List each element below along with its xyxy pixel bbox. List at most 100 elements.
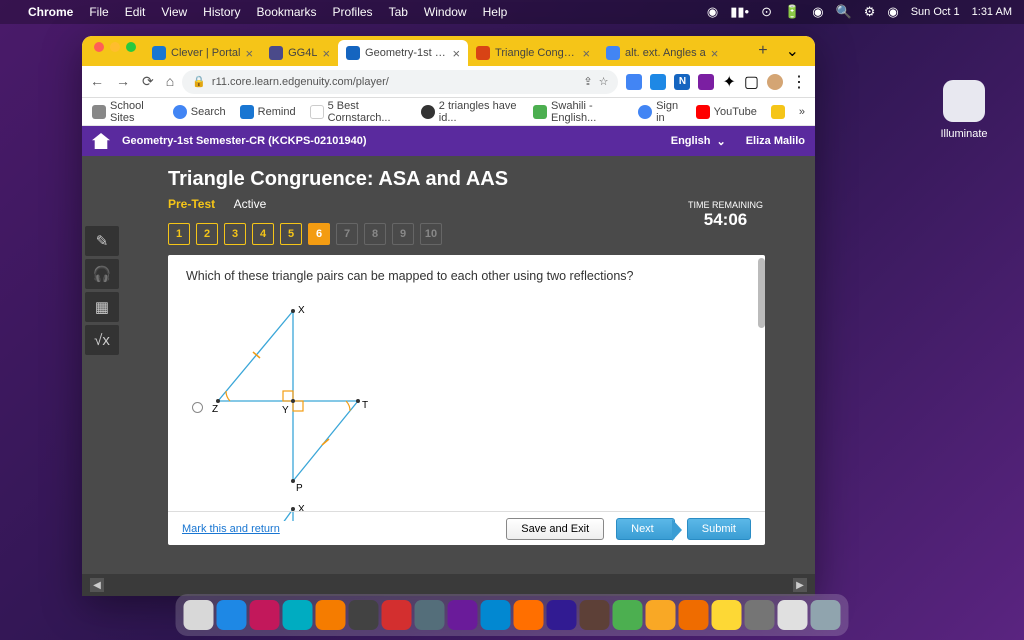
- bookmark-item[interactable]: [771, 105, 785, 119]
- bookmark-item[interactable]: 5 Best Cornstarch...: [310, 100, 407, 124]
- bookmark-item[interactable]: Sign in: [638, 100, 682, 124]
- browser-tab[interactable]: Triangle Congrue×: [468, 40, 598, 66]
- close-tab-icon[interactable]: ×: [246, 46, 254, 61]
- profile-avatar[interactable]: [767, 74, 783, 90]
- dock-app[interactable]: [547, 600, 577, 630]
- app-name[interactable]: Chrome: [28, 5, 73, 19]
- siri-icon[interactable]: ◉: [887, 4, 898, 20]
- record-icon[interactable]: ◉: [707, 4, 718, 20]
- bookmarks-overflow[interactable]: »: [799, 106, 805, 118]
- bookmark-item[interactable]: Remind: [240, 105, 296, 119]
- browser-tab[interactable]: Geometry-1st Se×: [338, 40, 468, 66]
- bookmark-item[interactable]: 2 triangles have id...: [421, 100, 519, 124]
- back-button[interactable]: ←: [90, 73, 104, 90]
- reload-button[interactable]: ⟳: [142, 73, 154, 90]
- question-number-8[interactable]: 8: [364, 223, 386, 245]
- dock-app[interactable]: [283, 600, 313, 630]
- extension-icon[interactable]: [650, 74, 666, 90]
- save-exit-button[interactable]: Save and Exit: [506, 518, 604, 540]
- dock-app[interactable]: [811, 600, 841, 630]
- menubar-date[interactable]: Sun Oct 1: [911, 6, 960, 18]
- pencil-tool[interactable]: ✎: [85, 226, 119, 256]
- search-icon[interactable]: 🔍: [836, 4, 852, 20]
- question-number-6[interactable]: 6: [308, 223, 330, 245]
- extensions-menu-icon[interactable]: ✦: [722, 72, 735, 92]
- bookmark-item[interactable]: YouTube: [696, 105, 757, 119]
- next-button[interactable]: Next: [616, 518, 675, 540]
- control-center-icon[interactable]: ⚙: [864, 4, 876, 20]
- extension-icon[interactable]: N: [674, 74, 690, 90]
- menu-bookmarks[interactable]: Bookmarks: [257, 5, 317, 19]
- dock-app[interactable]: [679, 600, 709, 630]
- menu-view[interactable]: View: [161, 5, 187, 19]
- reading-list-icon[interactable]: ▢: [744, 72, 759, 92]
- dock-app[interactable]: [316, 600, 346, 630]
- dock-app[interactable]: [448, 600, 478, 630]
- share-icon[interactable]: ⇪: [583, 75, 592, 88]
- dock-app[interactable]: [481, 600, 511, 630]
- close-window-button[interactable]: [94, 42, 104, 52]
- bookmark-item[interactable]: Swahili - English...: [533, 100, 624, 124]
- dock-app[interactable]: [778, 600, 808, 630]
- dock-app[interactable]: [712, 600, 742, 630]
- dock-app[interactable]: [514, 600, 544, 630]
- bookmark-item[interactable]: School Sites: [92, 100, 159, 124]
- bookmark-item[interactable]: Search: [173, 105, 226, 119]
- menu-help[interactable]: Help: [483, 5, 508, 19]
- question-number-4[interactable]: 4: [252, 223, 274, 245]
- dock-app[interactable]: [382, 600, 412, 630]
- extension-icon[interactable]: [698, 74, 714, 90]
- menu-edit[interactable]: Edit: [125, 5, 146, 19]
- user-name[interactable]: Eliza Malilo: [746, 135, 805, 147]
- prev-arrow[interactable]: ◀: [90, 578, 104, 592]
- question-number-10[interactable]: 10: [420, 223, 442, 245]
- menu-window[interactable]: Window: [424, 5, 467, 19]
- tab-overflow-button[interactable]: ⌄: [778, 41, 807, 61]
- dock-app[interactable]: [217, 600, 247, 630]
- maximize-window-button[interactable]: [126, 42, 136, 52]
- submit-button[interactable]: Submit: [687, 518, 751, 540]
- forward-button[interactable]: →: [116, 73, 130, 90]
- dock-app[interactable]: [613, 600, 643, 630]
- desktop-app-illuminate[interactable]: Illuminate: [934, 80, 994, 140]
- menu-profiles[interactable]: Profiles: [333, 5, 373, 19]
- star-icon[interactable]: ☆: [599, 75, 609, 88]
- question-number-5[interactable]: 5: [280, 223, 302, 245]
- question-number-2[interactable]: 2: [196, 223, 218, 245]
- chrome-menu-icon[interactable]: ⋮: [791, 72, 807, 92]
- home-icon[interactable]: [92, 133, 110, 149]
- mark-and-return-link[interactable]: Mark this and return: [182, 523, 280, 535]
- menu-history[interactable]: History: [203, 5, 240, 19]
- dock-app[interactable]: [250, 600, 280, 630]
- browser-tab[interactable]: alt. ext. Angles a×: [598, 40, 726, 66]
- menubar-time[interactable]: 1:31 AM: [972, 6, 1012, 18]
- screen-mirror-icon[interactable]: ⊙: [761, 4, 772, 20]
- menu-file[interactable]: File: [89, 5, 108, 19]
- question-number-3[interactable]: 3: [224, 223, 246, 245]
- dock-app[interactable]: [349, 600, 379, 630]
- close-tab-icon[interactable]: ×: [711, 46, 719, 61]
- close-tab-icon[interactable]: ×: [452, 46, 460, 61]
- browser-tab[interactable]: Clever | Portal×: [144, 40, 261, 66]
- new-tab-button[interactable]: +: [748, 42, 777, 60]
- close-tab-icon[interactable]: ×: [582, 46, 590, 61]
- close-tab-icon[interactable]: ×: [322, 46, 330, 61]
- menu-tab[interactable]: Tab: [389, 5, 408, 19]
- minimize-window-button[interactable]: [110, 42, 120, 52]
- question-number-9[interactable]: 9: [392, 223, 414, 245]
- battery-icon[interactable]: 🔋: [784, 4, 800, 20]
- dock-app[interactable]: [184, 600, 214, 630]
- dock-app[interactable]: [415, 600, 445, 630]
- dock-app[interactable]: [745, 600, 775, 630]
- formula-tool[interactable]: √x: [85, 325, 119, 355]
- wifi-icon[interactable]: ◉: [812, 4, 823, 20]
- audio-tool[interactable]: 🎧: [85, 259, 119, 289]
- pause-icon[interactable]: ▮▮•: [730, 4, 749, 20]
- extension-icon[interactable]: [626, 74, 642, 90]
- next-arrow[interactable]: ▶: [793, 578, 807, 592]
- home-button[interactable]: ⌂: [166, 73, 174, 90]
- dock-app[interactable]: [580, 600, 610, 630]
- question-number-1[interactable]: 1: [168, 223, 190, 245]
- browser-tab[interactable]: GG4L×: [261, 40, 338, 66]
- dock-app[interactable]: [646, 600, 676, 630]
